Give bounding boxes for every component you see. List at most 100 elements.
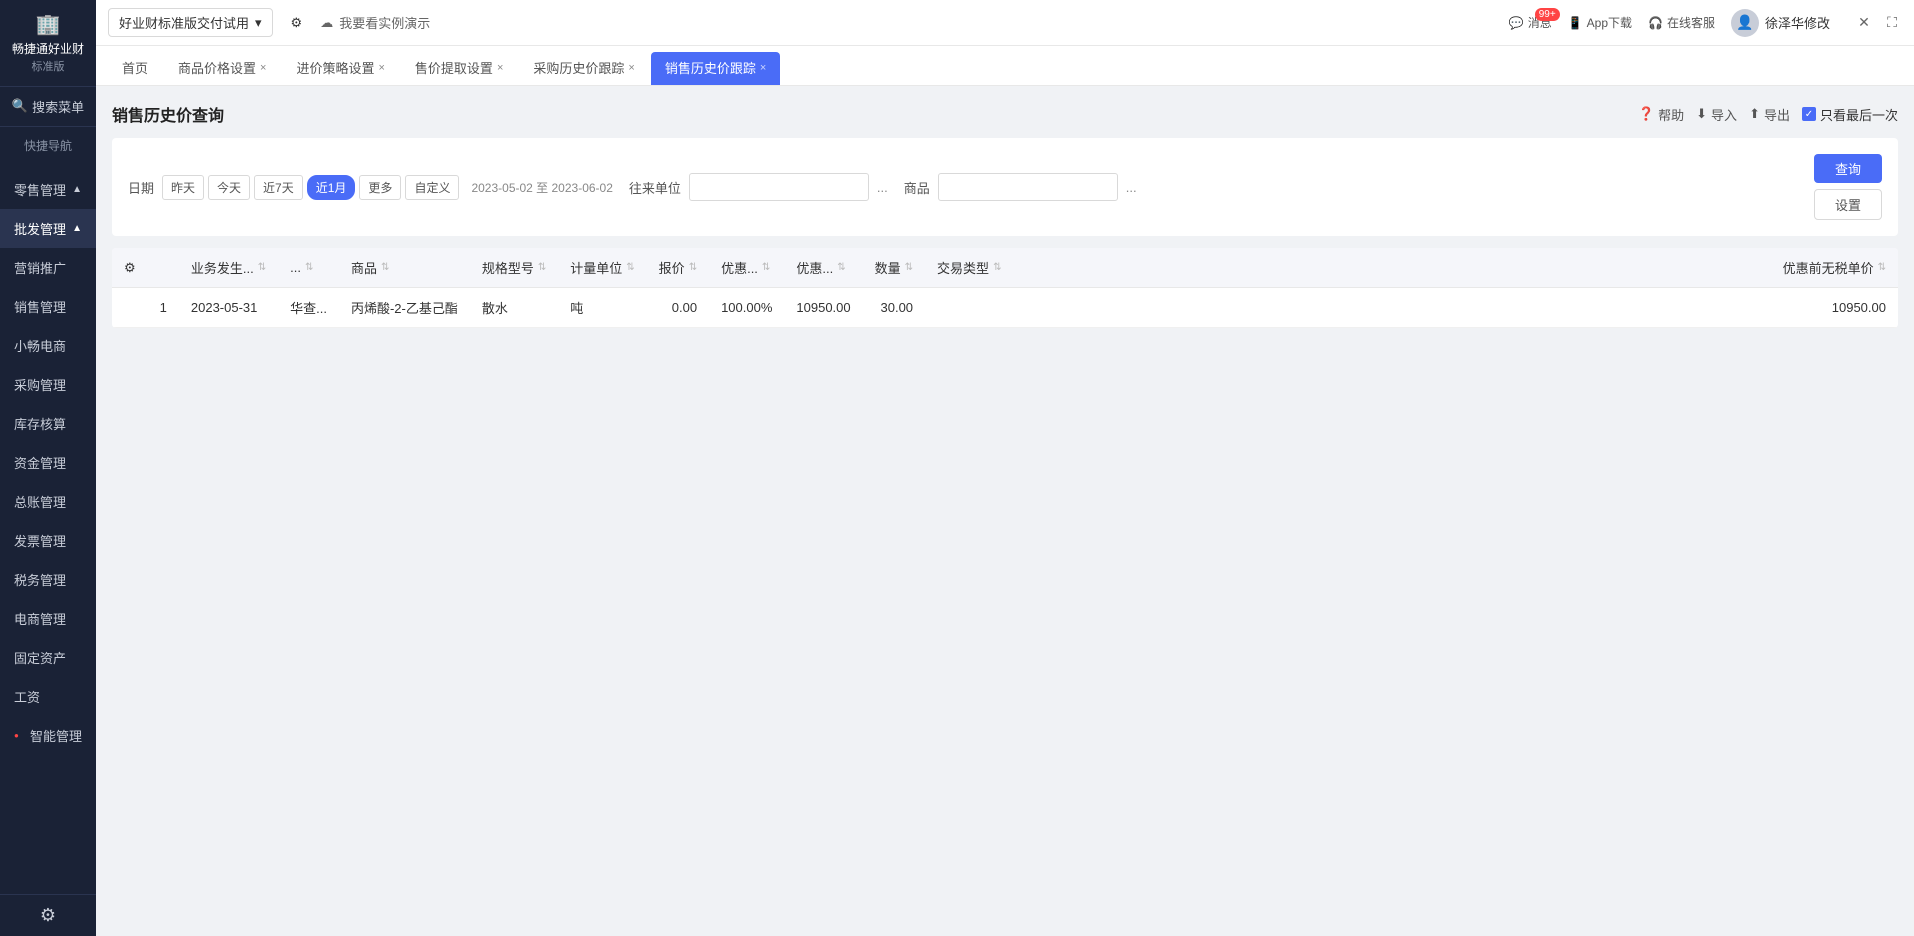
th-price[interactable]: 报价 ⇅ bbox=[647, 248, 709, 288]
sidebar-item-smart[interactable]: 智能管理 bbox=[0, 716, 96, 755]
ecommerce-small-label: 小畅电商 bbox=[14, 336, 66, 355]
export-link[interactable]: ⬆ 导出 bbox=[1749, 105, 1790, 124]
th-biz-date[interactable]: 业务发生... ⇅ bbox=[179, 248, 278, 288]
tab-sale-price[interactable]: 售价提取设置 × bbox=[401, 52, 517, 85]
table-container: ⚙ 业务发生... ⇅ ... ⇅ bbox=[112, 248, 1898, 328]
th-trade-type[interactable]: 交易类型 ⇅ bbox=[925, 248, 1013, 288]
settings-button[interactable]: 设置 bbox=[1814, 189, 1882, 220]
sidebar-item-ecommerce[interactable]: 电商管理 bbox=[0, 599, 96, 638]
sidebar-item-purchase[interactable]: 采购管理 bbox=[0, 365, 96, 404]
from-unit-more[interactable]: ... bbox=[877, 180, 888, 195]
chevron-down-icon: ▾ bbox=[255, 15, 262, 31]
retail-arrow: ▲ bbox=[72, 184, 82, 195]
date-btn-7days[interactable]: 近7天 bbox=[254, 175, 303, 200]
tab-purchase-history[interactable]: 采购历史价跟踪 × bbox=[519, 52, 648, 85]
date-btn-yesterday[interactable]: 昨天 bbox=[162, 175, 204, 200]
sidebar-item-ecommerce-small[interactable]: 小畅电商 bbox=[0, 326, 96, 365]
avatar: 👤 bbox=[1731, 9, 1759, 37]
tab-product-price[interactable]: 商品价格设置 × bbox=[164, 52, 280, 85]
tab-purchase-history-close[interactable]: × bbox=[628, 62, 634, 74]
import-icon: ⬇ bbox=[1696, 106, 1707, 122]
sidebar-item-salary[interactable]: 工资 bbox=[0, 677, 96, 716]
tab-sale-price-close[interactable]: × bbox=[497, 62, 503, 74]
query-button[interactable]: 查询 bbox=[1814, 154, 1882, 183]
assets-label: 固定资产 bbox=[14, 648, 66, 667]
tab-sales-history-close[interactable]: × bbox=[760, 62, 766, 74]
tab-home[interactable]: 首页 bbox=[108, 52, 162, 85]
online-service-label: 在线客服 bbox=[1667, 14, 1715, 31]
only-last-label: 只看最后一次 bbox=[1820, 105, 1898, 124]
date-btn-more[interactable]: 更多 bbox=[359, 175, 401, 200]
th-discount2[interactable]: 优惠... ⇅ bbox=[784, 248, 862, 288]
th-qty[interactable]: 数量 ⇅ bbox=[863, 248, 925, 288]
sidebar-nav: 零售管理 ▲ 批发管理 ▲ 营销推广 销售管理 小畅电商 采购管理 库存核算 资… bbox=[0, 164, 96, 761]
product-input[interactable] bbox=[938, 173, 1118, 201]
user-menu[interactable]: 👤 徐泽华修改 bbox=[1731, 9, 1830, 37]
help-link[interactable]: ❓ 帮助 bbox=[1638, 105, 1684, 124]
topbar-right: 💬 消息 99+ 📱 App下载 🎧 在线客服 👤 徐泽华修改 ✕ ⛶ bbox=[1509, 9, 1902, 37]
sidebar-item-retail[interactable]: 零售管理 ▲ bbox=[0, 170, 96, 209]
th-spec[interactable]: 规格型号 ⇅ bbox=[470, 248, 558, 288]
th-discount1[interactable]: 优惠... ⇅ bbox=[709, 248, 784, 288]
maximize-window-btn[interactable]: ⛶ bbox=[1882, 13, 1902, 33]
sidebar-item-inventory[interactable]: 库存核算 bbox=[0, 404, 96, 443]
module-settings-btn[interactable]: ⚙ bbox=[285, 11, 309, 35]
sort-icon-price: ⇅ bbox=[689, 262, 697, 273]
table-row[interactable]: 1 2023-05-31 华查... 丙烯酸-2-乙基己酯 散水 吨 0.00 … bbox=[112, 288, 1898, 328]
th-extra[interactable]: ... ⇅ bbox=[278, 248, 339, 288]
tab-sales-history-label: 销售历史价跟踪 bbox=[665, 58, 756, 77]
message-icon: 💬 bbox=[1509, 16, 1524, 30]
cell-product: 丙烯酸-2-乙基己酯 bbox=[339, 288, 470, 328]
sidebar-item-sales[interactable]: 销售管理 bbox=[0, 287, 96, 326]
tab-product-price-close[interactable]: × bbox=[260, 62, 266, 74]
table-header-row: ⚙ 业务发生... ⇅ ... ⇅ bbox=[112, 248, 1898, 288]
date-btn-1month[interactable]: 近1月 bbox=[307, 175, 356, 200]
date-btn-today[interactable]: 今天 bbox=[208, 175, 250, 200]
salary-label: 工资 bbox=[14, 687, 40, 706]
table-body: 1 2023-05-31 华查... 丙烯酸-2-乙基己酯 散水 吨 0.00 … bbox=[112, 288, 1898, 328]
product-more[interactable]: ... bbox=[1126, 180, 1137, 195]
sidebar-item-ledger[interactable]: 总账管理 bbox=[0, 482, 96, 521]
date-filter-group: 日期 昨天 今天 近7天 近1月 更多 自定义 2023-05-02 至 202… bbox=[128, 175, 613, 200]
cell-spacer bbox=[1013, 288, 1770, 328]
main-area: 好业财标准版交付试用 ▾ ⚙ ☁ 我要看实例演示 💬 消息 99+ 📱 App下… bbox=[96, 0, 1914, 936]
message-btn[interactable]: 💬 消息 99+ bbox=[1509, 14, 1552, 31]
th-unit[interactable]: 计量单位 ⇅ bbox=[558, 248, 646, 288]
close-window-btn[interactable]: ✕ bbox=[1854, 13, 1874, 33]
sort-icon-pre-tax: ⇅ bbox=[1878, 262, 1886, 273]
app-edition: 标准版 bbox=[32, 58, 65, 74]
online-service-btn[interactable]: 🎧 在线客服 bbox=[1648, 14, 1715, 31]
settings-icon[interactable]: ⚙ bbox=[40, 905, 56, 926]
import-link[interactable]: ⬇ 导入 bbox=[1696, 105, 1737, 124]
sidebar-item-invoice[interactable]: 发票管理 bbox=[0, 521, 96, 560]
th-pre-tax-price[interactable]: 优惠前无税单价 ⇅ bbox=[1771, 248, 1898, 288]
sidebar-item-finance[interactable]: 资金管理 bbox=[0, 443, 96, 482]
sidebar-search[interactable]: 🔍 搜索菜单 bbox=[0, 87, 96, 127]
filter-row: 日期 昨天 今天 近7天 近1月 更多 自定义 2023-05-02 至 202… bbox=[128, 154, 1882, 220]
from-unit-input[interactable] bbox=[689, 173, 869, 201]
tab-purchase-strategy[interactable]: 进价策略设置 × bbox=[282, 52, 398, 85]
only-last-checkbox[interactable]: 只看最后一次 bbox=[1802, 105, 1898, 124]
th-num bbox=[148, 248, 179, 288]
sort-icon-product: ⇅ bbox=[381, 262, 389, 273]
th-gear[interactable]: ⚙ bbox=[112, 248, 148, 288]
demo-link[interactable]: ☁ 我要看实例演示 bbox=[320, 13, 430, 32]
module-select[interactable]: 好业财标准版交付试用 ▾ bbox=[108, 8, 273, 37]
search-icon: 🔍 bbox=[12, 98, 28, 114]
date-btn-custom[interactable]: 自定义 bbox=[405, 175, 459, 200]
tabs-bar: 首页 商品价格设置 × 进价策略设置 × 售价提取设置 × 采购历史价跟踪 × … bbox=[96, 46, 1914, 86]
invoice-label: 发票管理 bbox=[14, 531, 66, 550]
sidebar-item-tax[interactable]: 税务管理 bbox=[0, 560, 96, 599]
content-area: 销售历史价查询 ❓ 帮助 ⬇ 导入 ⬆ 导出 只看最后一次 bbox=[96, 86, 1914, 936]
page-header: 销售历史价查询 ❓ 帮助 ⬇ 导入 ⬆ 导出 只看最后一次 bbox=[112, 102, 1898, 126]
sidebar-item-wholesale[interactable]: 批发管理 ▲ bbox=[0, 209, 96, 248]
app-download-btn[interactable]: 📱 App下载 bbox=[1568, 14, 1632, 31]
th-product[interactable]: 商品 ⇅ bbox=[339, 248, 470, 288]
tab-purchase-strategy-close[interactable]: × bbox=[378, 62, 384, 74]
sort-icon-trade-type: ⇅ bbox=[993, 262, 1001, 273]
sidebar-item-quick-nav[interactable]: 快捷导航 bbox=[0, 127, 96, 164]
tab-sales-history[interactable]: 销售历史价跟踪 × bbox=[651, 52, 780, 85]
cell-price: 0.00 bbox=[647, 288, 709, 328]
sidebar-item-marketing[interactable]: 营销推广 bbox=[0, 248, 96, 287]
sidebar-item-assets[interactable]: 固定资产 bbox=[0, 638, 96, 677]
